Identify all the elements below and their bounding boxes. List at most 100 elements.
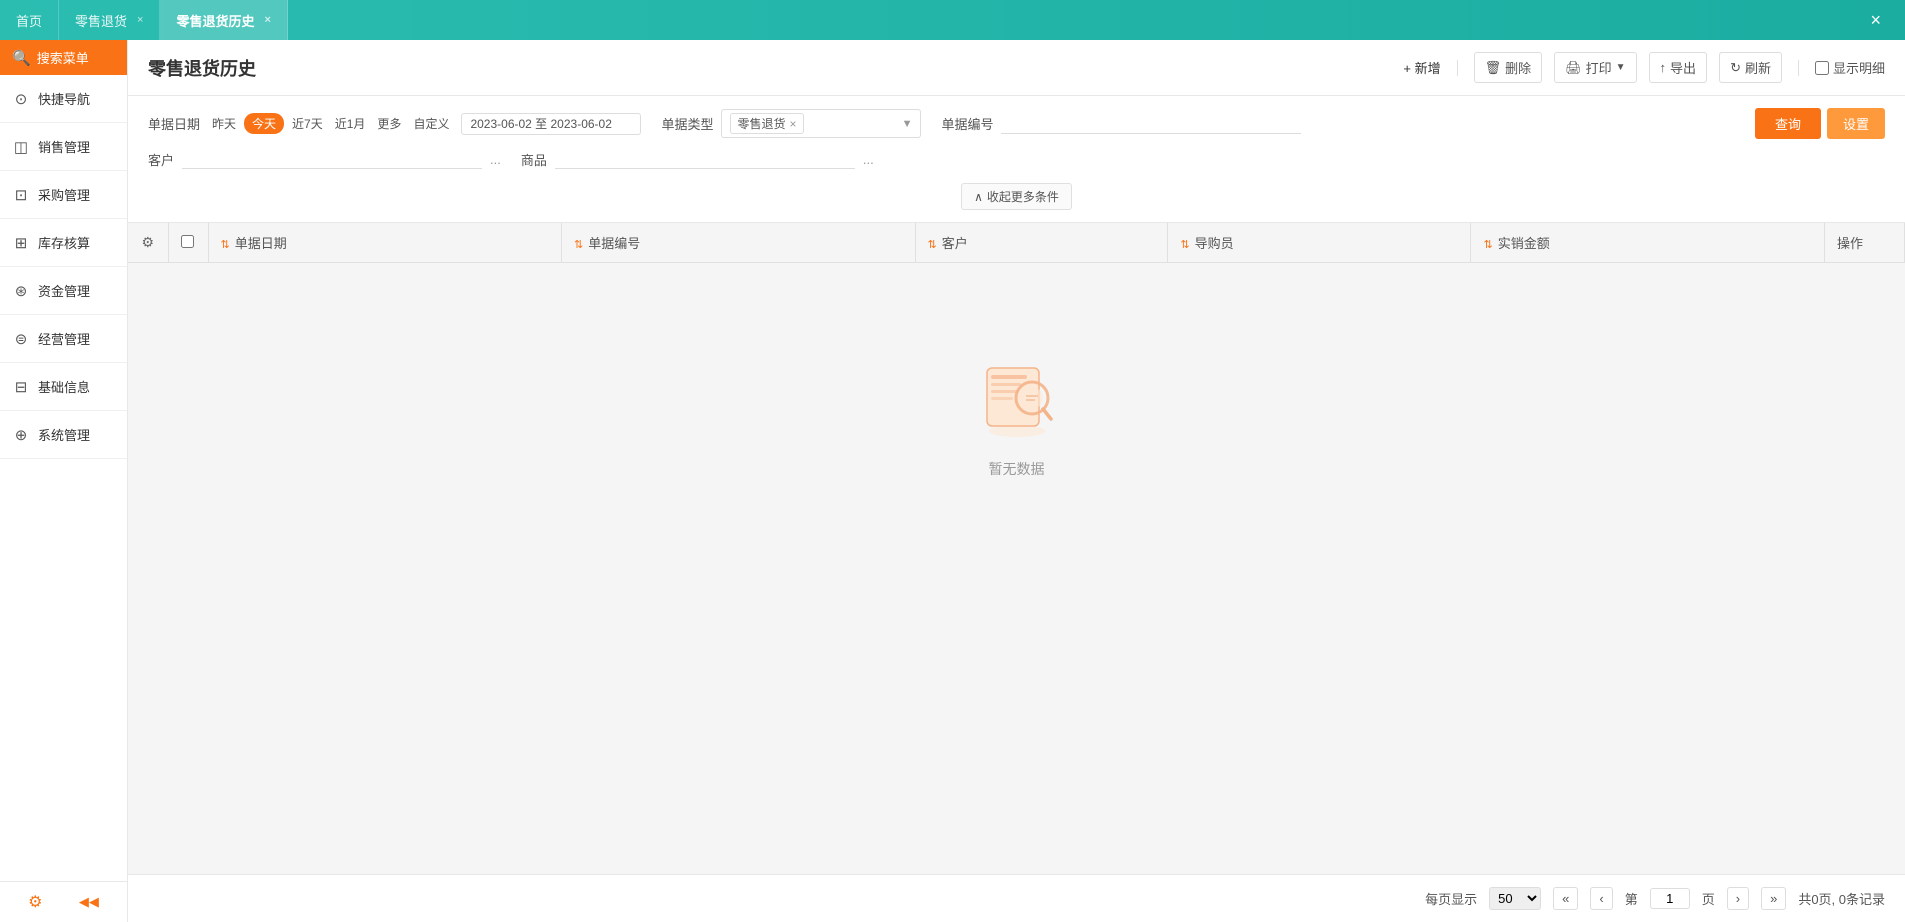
first-page-button[interactable]: «	[1553, 887, 1578, 910]
date-btn-今天[interactable]: 今天	[244, 113, 284, 134]
page-number-input[interactable]	[1650, 888, 1690, 909]
filter-row-1: 单据日期 昨天今天近7天近1月更多自定义 单据类型 零售退货 × ▼	[148, 108, 1885, 139]
doc-type-arrow-icon: ▼	[902, 118, 913, 130]
sidebar-label-sales-mgmt: 销售管理	[38, 137, 90, 156]
tab-close-retail-return-history[interactable]: ×	[264, 14, 270, 26]
collapse-icon-up: ∧	[974, 190, 983, 204]
tab-retail-return-history[interactable]: 零售退货历史 ×	[160, 0, 287, 40]
empty-illustration	[967, 343, 1067, 443]
doc-type-tag-text: 零售退货	[737, 115, 785, 132]
print-button[interactable]: 🖨 打印 ▼	[1554, 52, 1636, 83]
nav-icon-operations: ⊜	[12, 330, 30, 348]
tab-close-retail-return[interactable]: ×	[137, 14, 143, 26]
last-page-button[interactable]: »	[1761, 887, 1786, 910]
sidebar-item-quick-nav[interactable]: ⊙快捷导航	[0, 75, 127, 123]
sidebar-search-button[interactable]: 🔍 搜索菜单	[0, 40, 127, 75]
page-size-label: 每页显示	[1425, 889, 1477, 908]
top-bar: 首页零售退货× 零售退货历史 × ×	[0, 0, 1905, 40]
doc-type-tag: 零售退货 ×	[730, 113, 803, 134]
page-size-select[interactable]: 2050100	[1489, 887, 1541, 910]
toolbar: + 新增 🗑 删除 🖨 打印 ▼ ↑ 导出 ↻ 刷新	[1403, 52, 1885, 83]
doc-type-tag-close[interactable]: ×	[789, 117, 796, 131]
page-header: 零售退货历史 + 新增 🗑 删除 🖨 打印 ▼ ↑ 导出 ↻	[128, 40, 1905, 96]
date-range-input[interactable]	[461, 113, 641, 135]
refresh-button[interactable]: ↻ 刷新	[1719, 52, 1782, 83]
column-settings-icon[interactable]: ⚙	[140, 234, 156, 251]
nav-icon-purchase-mgmt: ⊡	[12, 186, 30, 204]
export-icon: ↑	[1660, 60, 1667, 75]
sidebar-item-operations[interactable]: ⊜ 经营管理	[0, 315, 127, 363]
show-detail-checkbox[interactable]	[1815, 61, 1829, 75]
date-btn-昨天[interactable]: 昨天	[208, 113, 240, 134]
sort-icon-doc-num: ⇅	[574, 239, 586, 251]
new-button[interactable]: + 新增	[1403, 58, 1440, 77]
date-btn-更多[interactable]: 更多	[373, 113, 405, 134]
date-btn-group: 昨天今天近7天近1月更多自定义	[208, 113, 453, 134]
nav-icon-base-info: ⊟	[12, 378, 30, 396]
goods-input[interactable]	[555, 149, 855, 169]
th-doc-date[interactable]: ⇅ 单据日期	[208, 223, 562, 263]
toolbar-divider2	[1798, 60, 1799, 76]
tab-label-home: 首页	[16, 11, 42, 30]
window-close-button[interactable]: ×	[1862, 6, 1889, 35]
table-area: ⚙⇅ 单据日期⇅ 单据编号⇅ 客户⇅ 导购员⇅ 实销金额操作	[128, 223, 1905, 874]
sort-icon-guide: ⇅	[1180, 239, 1192, 251]
nav-icon-system-mgmt: ⊕	[12, 426, 30, 444]
export-button[interactable]: ↑ 导出	[1649, 52, 1708, 83]
nav-icon-quick-nav: ⊙	[12, 90, 30, 108]
next-page-button[interactable]: ›	[1727, 887, 1749, 910]
doc-type-select[interactable]: 零售退货 × ▼	[721, 109, 921, 138]
tab-list: 首页零售退货× 零售退货历史 ×	[0, 0, 1862, 40]
delete-button[interactable]: 🗑 删除	[1474, 52, 1543, 83]
sidebar-label-system-mgmt: 系统管理	[38, 425, 90, 444]
sidebar-nav: ⊙快捷导航◫销售管理 ⊡ 采购管理 ⊞ 库存核算 ⊛资金管理 ⊜ 经营管理 ⊟基础信息 ⊕ 系统管理	[0, 75, 127, 881]
th-doc-num[interactable]: ⇅ 单据编号	[562, 223, 916, 263]
th-guide[interactable]: ⇅ 导购员	[1168, 223, 1471, 263]
sidebar-bottom: ⚙ ◀◀	[0, 881, 127, 922]
customer-ellipsis-button[interactable]: ...	[490, 152, 501, 167]
date-btn-自定义[interactable]: 自定义	[409, 113, 453, 134]
set-button[interactable]: 设置	[1827, 108, 1885, 139]
data-table: ⚙⇅ 单据日期⇅ 单据编号⇅ 客户⇅ 导购员⇅ 实销金额操作	[128, 223, 1905, 263]
doc-num-label: 单据编号	[941, 114, 993, 133]
doc-type-filter: 单据类型 零售退货 × ▼	[661, 109, 921, 138]
settings-icon[interactable]: ⚙	[28, 892, 42, 912]
main-layout: 🔍 搜索菜单 ⊙快捷导航◫销售管理 ⊡ 采购管理 ⊞ 库存核算 ⊛资金管理 ⊜ 经营管理 ⊟基础…	[0, 40, 1905, 922]
search-icon: 🔍	[12, 49, 31, 67]
sidebar-item-base-info[interactable]: ⊟基础信息	[0, 363, 127, 411]
customer-label: 客户	[148, 150, 174, 169]
tab-home[interactable]: 首页	[0, 0, 59, 40]
doc-num-input[interactable]	[1001, 114, 1301, 134]
sidebar: 🔍 搜索菜单 ⊙快捷导航◫销售管理 ⊡ 采购管理 ⊞ 库存核算 ⊛资金管理 ⊜ 经营管理 ⊟基础…	[0, 40, 128, 922]
sidebar-item-finance[interactable]: ⊛资金管理	[0, 267, 127, 315]
th-settings: ⚙	[128, 223, 168, 263]
customer-input[interactable]	[182, 149, 482, 169]
collapse-icon[interactable]: ◀◀	[79, 894, 99, 910]
sidebar-item-system-mgmt[interactable]: ⊕ 系统管理	[0, 411, 127, 459]
collapse-filter-button[interactable]: ∧ 收起更多条件	[961, 183, 1072, 210]
sidebar-label-inventory: 库存核算	[38, 233, 90, 252]
sidebar-label-purchase-mgmt: 采购管理	[38, 185, 90, 204]
select-all-checkbox[interactable]	[181, 235, 194, 248]
prev-page-button[interactable]: ‹	[1590, 887, 1612, 910]
date-btn-近1月[interactable]: 近1月	[331, 113, 370, 134]
sidebar-item-inventory[interactable]: ⊞ 库存核算	[0, 219, 127, 267]
sort-icon-doc-date: ⇅	[221, 239, 233, 251]
total-info: 共0页, 0条记录	[1798, 889, 1885, 908]
nav-icon-inventory: ⊞	[12, 234, 30, 252]
sidebar-search-label: 搜索菜单	[37, 48, 89, 67]
sidebar-item-sales-mgmt[interactable]: ◫销售管理	[0, 123, 127, 171]
sidebar-label-operations: 经营管理	[38, 329, 90, 348]
th-customer[interactable]: ⇅ 客户	[915, 223, 1168, 263]
th-amount[interactable]: ⇅ 实销金额	[1471, 223, 1825, 263]
date-btn-近7天[interactable]: 近7天	[288, 113, 327, 134]
print-dropdown-icon: ▼	[1616, 62, 1626, 73]
show-detail-checkbox-label[interactable]: 显示明细	[1815, 58, 1885, 77]
sort-icon-amount: ⇅	[1483, 239, 1495, 251]
tab-retail-return[interactable]: 零售退货×	[59, 0, 160, 40]
tab-label-retail-return-history: 零售退货历史	[176, 11, 254, 30]
top-bar-right: ×	[1862, 6, 1905, 35]
query-button[interactable]: 查询	[1755, 108, 1821, 139]
sidebar-item-purchase-mgmt[interactable]: ⊡ 采购管理	[0, 171, 127, 219]
goods-ellipsis-button[interactable]: ...	[863, 152, 874, 167]
